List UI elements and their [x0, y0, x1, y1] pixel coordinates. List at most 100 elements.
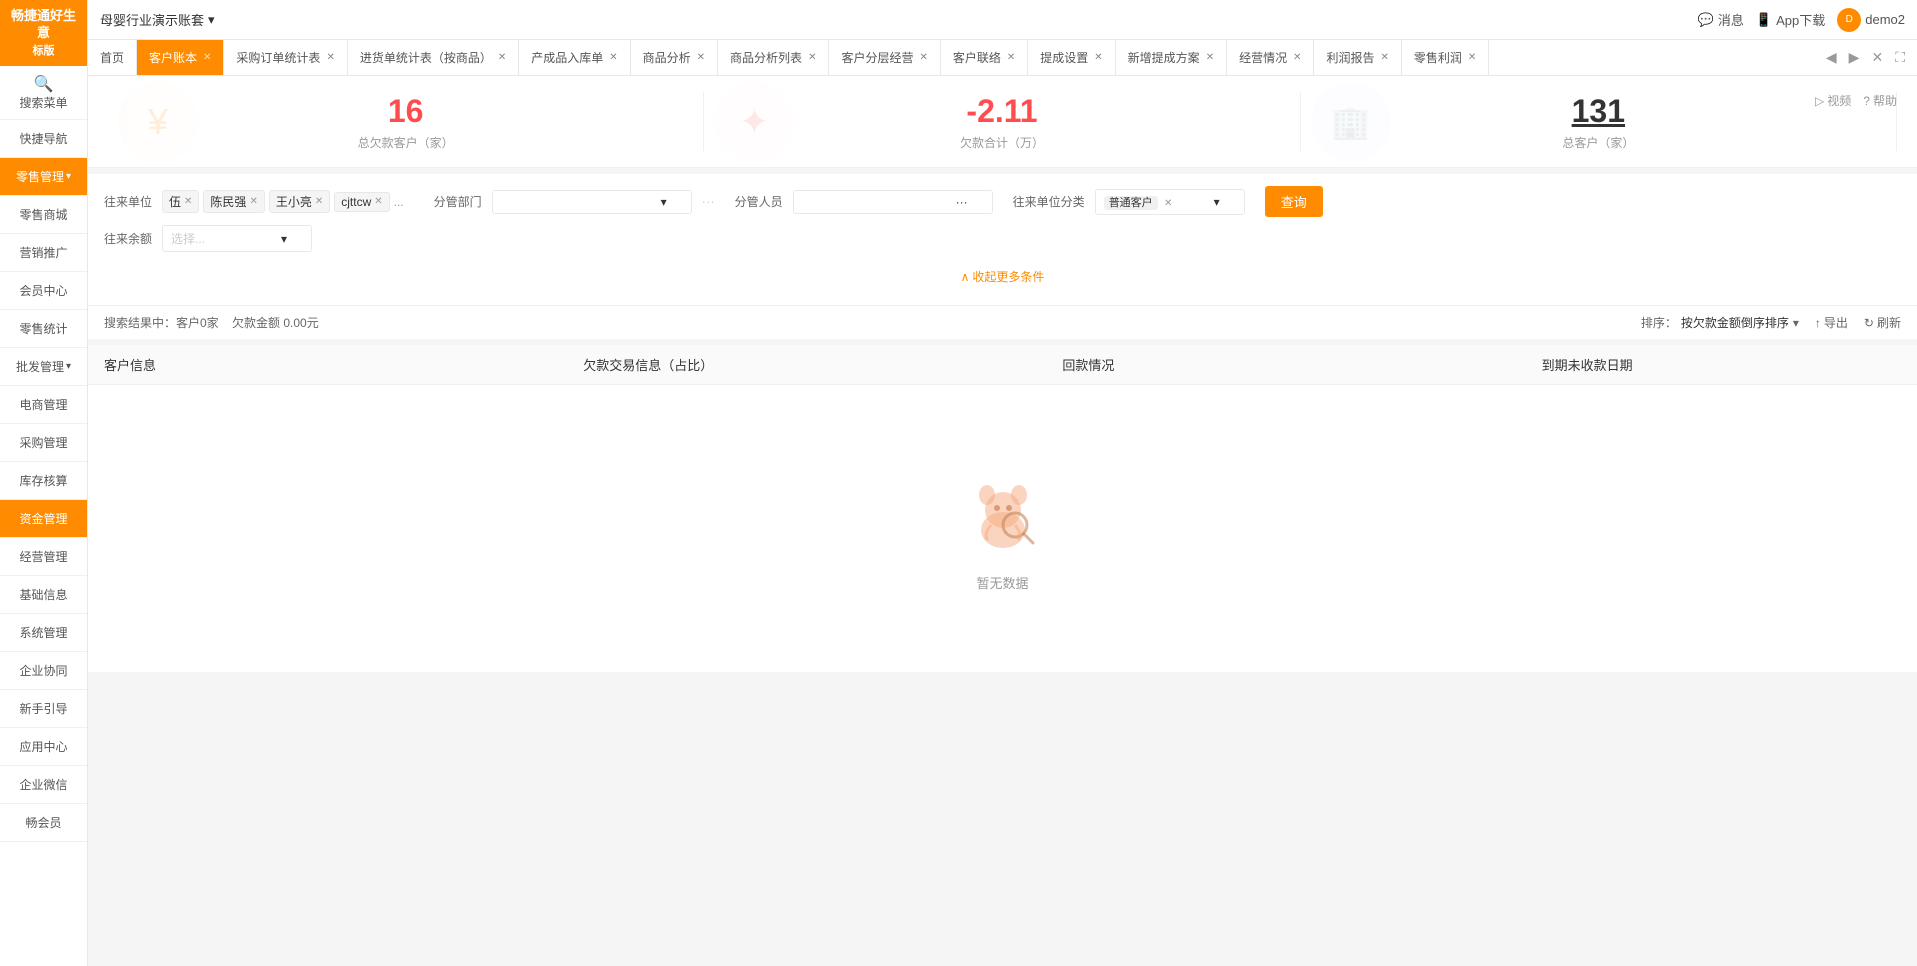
sidebar-item-finance[interactable]: 资金管理 [0, 500, 87, 538]
tab-profit-report[interactable]: 利润报告 ✕ [1314, 40, 1401, 76]
tag-close-icon[interactable]: ✕ [315, 196, 323, 207]
chevron-down-icon-enterprise: ▾ [208, 12, 215, 28]
sidebar-item-inventory[interactable]: 库存核算 [0, 462, 87, 500]
tab-label: 产成品入库单 [531, 49, 603, 66]
sidebar-item-system-mgmt[interactable]: 系统管理 [0, 614, 87, 652]
tag-close-icon[interactable]: ✕ [374, 196, 382, 207]
tag-close-icon[interactable]: ✕ [184, 196, 192, 207]
help-link[interactable]: ? 帮助 [1863, 92, 1897, 109]
sidebar-item-quick-nav[interactable]: 快捷导航 [0, 120, 87, 158]
col-customer-info: 客户信息 [104, 355, 583, 374]
user-avatar-area[interactable]: D demo2 [1837, 8, 1905, 32]
enterprise-selector[interactable]: 母婴行业演示账套 ▾ [100, 10, 215, 29]
collapse-row: ∧ 收起更多条件 [104, 260, 1901, 293]
tab-customer-ledger[interactable]: 客户账本 ✕ [137, 40, 224, 76]
tab-purchase-stats-product[interactable]: 进货单统计表（按商品） ✕ [348, 40, 519, 76]
tab-label: 进货单统计表（按商品） [360, 49, 492, 66]
tab-close-icon[interactable]: ✕ [697, 52, 705, 63]
sidebar-item-ecommerce[interactable]: 电商管理 [0, 386, 87, 424]
result-actions: 排序： 按欠款金额倒序排序 ▾ ↑ 导出 ↻ 刷新 [1641, 314, 1901, 331]
tab-close-icon[interactable]: ✕ [1206, 52, 1214, 63]
tab-operations[interactable]: 经营情况 ✕ [1227, 40, 1314, 76]
query-button[interactable]: 查询 [1265, 186, 1323, 217]
tab-close-icon[interactable]: ✕ [203, 52, 211, 63]
refresh-button[interactable]: ↻ 刷新 [1864, 314, 1901, 331]
tag-close-unit-type[interactable]: ✕ [1164, 198, 1172, 209]
sidebar-item-enterprise-collab[interactable]: 企业协同 [0, 652, 87, 690]
sidebar-search[interactable]: 🔍 搜索菜单 [0, 66, 87, 120]
tab-scroll-right[interactable]: ▶ [1845, 47, 1864, 68]
chevron-down-icon: ▾ [66, 171, 71, 182]
sidebar-item-enterprise-wechat[interactable]: 企业微信 [0, 766, 87, 804]
sidebar-item-member[interactable]: 畅会员 [0, 804, 87, 842]
video-link[interactable]: ▷ 视频 [1815, 92, 1851, 109]
stat-value-debt-amount: -2.11 [966, 92, 1037, 130]
filter-tag-wang[interactable]: 王小亮 ✕ [269, 190, 330, 213]
tab-close-icon[interactable]: ✕ [919, 52, 927, 63]
tab-close-icon[interactable]: ✕ [1094, 52, 1102, 63]
filter-tag-chen[interactable]: 陈民强 ✕ [203, 190, 264, 213]
filter-tag-cjttcw[interactable]: cjttcw ✕ [334, 192, 389, 212]
tab-product-analysis-list[interactable]: 商品分析列表 ✕ [718, 40, 829, 76]
help-icon: ? [1863, 94, 1870, 108]
message-btn[interactable]: 💬 消息 [1698, 10, 1744, 29]
tab-label: 经营情况 [1239, 49, 1287, 66]
filter-unit-type-select[interactable]: 普通客户 ✕ ▾ [1095, 189, 1245, 215]
tag-close-icon[interactable]: ✕ [249, 196, 257, 207]
tab-retail-profit[interactable]: 零售利润 ✕ [1402, 40, 1489, 76]
sidebar-item-retail-mall[interactable]: 零售商城 [0, 196, 87, 234]
tab-label: 采购订单统计表 [236, 49, 320, 66]
tab-close-icon[interactable]: ✕ [1293, 52, 1301, 63]
filter-balance-select[interactable]: 选择... ▾ [162, 225, 312, 252]
more-tags-btn[interactable]: ... [394, 195, 404, 209]
filter-person-select[interactable]: ··· [793, 190, 993, 214]
tab-product-analysis[interactable]: 商品分析 ✕ [631, 40, 718, 76]
sidebar-item-retail-mgmt[interactable]: 零售管理 ▾ [0, 158, 87, 196]
stat-value-total-customers: 131 [1572, 92, 1625, 130]
tab-purchase-order-stats[interactable]: 采购订单统计表 ✕ [224, 40, 347, 76]
tab-customer-tier[interactable]: 客户分层经营 ✕ [829, 40, 940, 76]
tab-close-icon[interactable]: ✕ [1007, 52, 1015, 63]
tab-close-icon[interactable]: ✕ [326, 52, 334, 63]
app-download-btn[interactable]: 📱 App下载 [1756, 10, 1825, 29]
sidebar-item-basic-info[interactable]: 基础信息 [0, 576, 87, 614]
download-icon: 📱 [1756, 12, 1772, 28]
stat-label-debt-customers: 总欠款客户（家） [358, 134, 454, 151]
tab-close-icon[interactable]: ✕ [808, 52, 816, 63]
data-table: 客户信息 欠款交易信息（占比） 回款情况 到期未收款日期 [88, 345, 1917, 672]
tab-scroll-left[interactable]: ◀ [1822, 47, 1841, 68]
tab-produce-inbound[interactable]: 产成品入库单 ✕ [519, 40, 630, 76]
sidebar-item-purchase-mgmt[interactable]: 采购管理 [0, 424, 87, 462]
tab-add-commission[interactable]: 新增提成方案 ✕ [1116, 40, 1227, 76]
sort-selector[interactable]: 排序： 按欠款金额倒序排序 ▾ [1641, 314, 1799, 331]
tab-expand[interactable]: ⛶ [1891, 47, 1909, 68]
main-area: 母婴行业演示账套 ▾ 💬 消息 📱 App下载 D demo2 首页 客户账本 [88, 0, 1917, 966]
sidebar-item-retail-stats[interactable]: 零售统计 [0, 310, 87, 348]
filter-tag-wu[interactable]: 伍 ✕ [162, 190, 199, 213]
tab-close-icon[interactable]: ✕ [609, 52, 617, 63]
tab-label: 客户联络 [953, 49, 1001, 66]
collapse-filters-btn[interactable]: ∧ 收起更多条件 [949, 264, 1057, 289]
sidebar-item-app-center[interactable]: 应用中心 [0, 728, 87, 766]
sidebar-item-marketing[interactable]: 营销推广 [0, 234, 87, 272]
tab-close-icon[interactable]: ✕ [1468, 52, 1476, 63]
tab-label: 新增提成方案 [1128, 49, 1200, 66]
tab-customer-contact[interactable]: 客户联络 ✕ [941, 40, 1028, 76]
chevron-down-icon-person: ··· [956, 195, 968, 209]
sidebar-item-member-center[interactable]: 会员中心 [0, 272, 87, 310]
tab-commission-setting[interactable]: 提成设置 ✕ [1028, 40, 1115, 76]
sidebar: 畅捷通好生意 标版 🔍 搜索菜单 快捷导航 零售管理 ▾ 零售商城 营销推广 会… [0, 0, 88, 966]
empty-text: 暂无数据 [976, 573, 1028, 592]
sidebar-item-new-guide[interactable]: 新手引导 [0, 690, 87, 728]
header-right: 💬 消息 📱 App下载 D demo2 [1698, 8, 1905, 32]
tab-close-icon[interactable]: ✕ [498, 52, 506, 63]
tab-label: 客户账本 [149, 49, 197, 66]
tab-close-all[interactable]: ✕ [1867, 47, 1887, 68]
filter-dept-select[interactable]: ▾ [492, 190, 692, 214]
tab-close-icon[interactable]: ✕ [1381, 52, 1389, 63]
export-button[interactable]: ↑ 导出 [1815, 314, 1848, 331]
dept-clear-icon[interactable]: ··· [702, 194, 715, 209]
sidebar-item-operations[interactable]: 经营管理 [0, 538, 87, 576]
sidebar-item-wholesale-mgmt[interactable]: 批发管理 ▾ [0, 348, 87, 386]
tab-home[interactable]: 首页 [88, 40, 137, 76]
